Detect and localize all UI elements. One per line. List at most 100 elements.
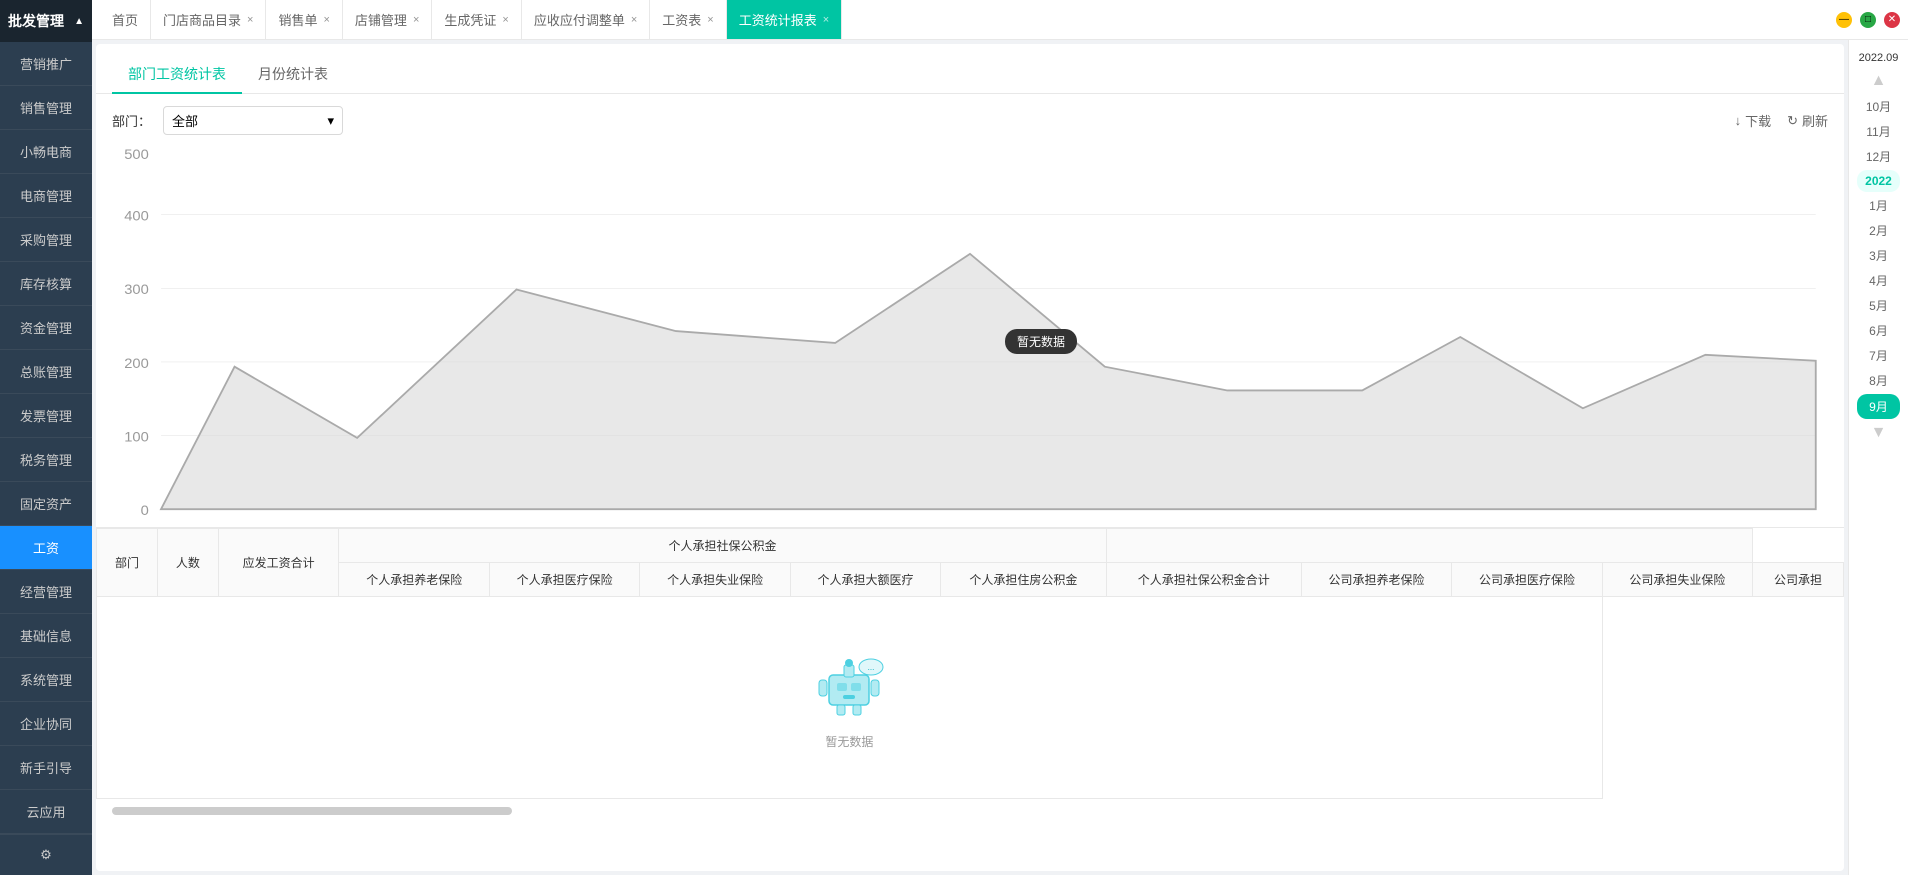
content-area: 部门工资统计表 月份统计表 部门： 全部 ▾ ↓ 下载 xyxy=(92,40,1908,875)
tab-dept-stats[interactable]: 部门工资统计表 xyxy=(112,56,242,94)
sub-tabs: 部门工资统计表 月份统计表 xyxy=(96,44,1844,94)
th-personal-insurance: 个人承担社保公积金 xyxy=(339,529,1106,563)
sidebar-item-新手引导[interactable]: 新手引导 xyxy=(0,746,92,790)
page-content: 部门工资统计表 月份统计表 部门： 全部 ▾ ↓ 下载 xyxy=(96,44,1844,871)
maximize-button[interactable]: □ xyxy=(1860,12,1876,28)
tab-首页[interactable]: 首页 xyxy=(100,0,151,40)
sidebar-item-工资[interactable]: 工资 xyxy=(0,526,92,570)
gear-icon: ⚙ xyxy=(40,847,52,862)
timeline-sidebar: 2022.09 ▲ 10月11月12月20221月2月3月4月5月6月7月8月9… xyxy=(1848,40,1908,875)
svg-text:200: 200 xyxy=(124,356,149,372)
tab-销售单[interactable]: 销售单 × xyxy=(266,0,342,40)
sidebar-item-总账管理[interactable]: 总账管理 xyxy=(0,350,92,394)
sidebar-item-基础信息[interactable]: 基础信息 xyxy=(0,614,92,658)
chart-svg: 0 100 200 300 400 500 xyxy=(112,147,1828,527)
dept-label: 部门： xyxy=(112,111,151,130)
timeline-item-5月[interactable]: 5月 xyxy=(1853,293,1904,318)
tab-店铺管理[interactable]: 店铺管理× xyxy=(343,0,432,40)
sidebar: 批发管理 ▲ 营销推广销售管理小畅电商电商管理采购管理库存核算资金管理总账管理发… xyxy=(0,0,92,875)
tab-生成凭证[interactable]: 生成凭证× xyxy=(432,0,521,40)
th-company-medical: 公司承担医疗保险 xyxy=(1452,563,1602,597)
sidebar-item-云应用[interactable]: 云应用 xyxy=(0,790,92,834)
sidebar-item-小畅电商[interactable]: 小畅电商 xyxy=(0,130,92,174)
tab-close-icon[interactable]: × xyxy=(823,14,829,26)
tab-label: 应收应付调整单 xyxy=(534,10,625,29)
sidebar-item-经营管理[interactable]: 经营管理 xyxy=(0,570,92,614)
toolbar-left: 部门： 全部 ▾ xyxy=(112,106,343,135)
tab-label: 销售单 xyxy=(278,10,317,29)
tab-工资统计报表[interactable]: 工资统计报表 × xyxy=(727,0,842,40)
tab-工资表[interactable]: 工资表 × xyxy=(650,0,726,40)
tab-close-icon[interactable]: × xyxy=(247,14,253,26)
tab-label: 工资统计报表 xyxy=(739,10,817,29)
timeline-item-6月[interactable]: 6月 xyxy=(1853,318,1904,343)
tab-close-icon[interactable]: × xyxy=(502,14,508,26)
th-personal-housing: 个人承担住房公积金 xyxy=(941,563,1106,597)
tab-bar: 首页门店商品目录×销售单×店铺管理×生成凭证×应收应付调整单×工资表×工资统计报… xyxy=(92,0,1908,40)
main-area: 首页门店商品目录×销售单×店铺管理×生成凭证×应收应付调整单×工资表×工资统计报… xyxy=(92,0,1908,875)
window-controls: — □ ✕ xyxy=(1836,12,1900,28)
svg-text:500: 500 xyxy=(124,147,149,163)
th-company-unemploy: 公司承担失业保险 xyxy=(1602,563,1752,597)
th-dept: 部门 xyxy=(97,529,158,597)
sidebar-item-固定资产[interactable]: 固定资产 xyxy=(0,482,92,526)
th-company-other: 公司承担 xyxy=(1753,563,1844,597)
sidebar-item-资金管理[interactable]: 资金管理 xyxy=(0,306,92,350)
horizontal-scrollbar[interactable] xyxy=(112,807,512,815)
tab-label: 工资表 xyxy=(662,10,701,29)
th-people: 人数 xyxy=(157,529,218,597)
close-button[interactable]: ✕ xyxy=(1884,12,1900,28)
timeline-item-9月[interactable]: 9月 xyxy=(1857,394,1900,419)
timeline-down-button[interactable]: ▼ xyxy=(1867,420,1891,446)
timeline-item-1月[interactable]: 1月 xyxy=(1853,193,1904,218)
tab-close-icon[interactable]: × xyxy=(631,14,637,26)
timeline-item-12月[interactable]: 12月 xyxy=(1853,144,1904,169)
sidebar-item-系统管理[interactable]: 系统管理 xyxy=(0,658,92,702)
data-table: 部门 人数 应发工资合计 个人承担社保公积金 个人承担养老保险 个人承担医疗保险… xyxy=(96,528,1844,799)
refresh-button[interactable]: ↻ 刷新 xyxy=(1787,111,1828,130)
empty-state: ... 暂无数据 xyxy=(109,605,1590,790)
svg-text:0: 0 xyxy=(141,503,149,519)
sidebar-item-销售管理[interactable]: 销售管理 xyxy=(0,86,92,130)
timeline-item-10月[interactable]: 10月 xyxy=(1853,94,1904,119)
download-button[interactable]: ↓ 下载 xyxy=(1735,111,1772,130)
timeline-item-7月[interactable]: 7月 xyxy=(1853,343,1904,368)
table-area: 部门 人数 应发工资合计 个人承担社保公积金 个人承担养老保险 个人承担医疗保险… xyxy=(96,527,1844,823)
tab-label: 门店商品目录 xyxy=(163,10,241,29)
tab-应收应付调整单[interactable]: 应收应付调整单 × xyxy=(522,0,650,40)
timeline-item-8月[interactable]: 8月 xyxy=(1853,368,1904,393)
th-company-insurance xyxy=(1106,529,1753,563)
svg-text:400: 400 xyxy=(124,209,149,225)
download-icon: ↓ xyxy=(1735,113,1742,128)
refresh-icon: ↻ xyxy=(1787,113,1798,129)
sidebar-item-企业协同[interactable]: 企业协同 xyxy=(0,702,92,746)
dept-select[interactable]: 全部 ▾ xyxy=(163,106,343,135)
timeline-item-4月[interactable]: 4月 xyxy=(1853,268,1904,293)
sidebar-item-营销推广[interactable]: 营销推广 xyxy=(0,42,92,86)
timeline-up-button[interactable]: ▲ xyxy=(1867,68,1891,94)
tab-close-icon[interactable]: × xyxy=(413,14,419,26)
sidebar-arrow-icon: ▲ xyxy=(74,16,84,27)
sidebar-settings-button[interactable]: ⚙ xyxy=(0,834,92,875)
tab-门店商品目录[interactable]: 门店商品目录 × xyxy=(151,0,266,40)
tab-label: 首页 xyxy=(112,10,138,29)
sidebar-title: 批发管理 xyxy=(8,11,64,31)
toolbar: 部门： 全部 ▾ ↓ 下载 ↻ 刷新 xyxy=(96,94,1844,147)
timeline-item-11月[interactable]: 11月 xyxy=(1853,119,1904,144)
sidebar-item-发票管理[interactable]: 发票管理 xyxy=(0,394,92,438)
timeline-item-2022[interactable]: 2022 xyxy=(1857,170,1900,192)
chart-area: 0 100 200 300 400 500 暂无数据 xyxy=(96,147,1844,527)
tab-close-icon[interactable]: × xyxy=(707,14,713,26)
timeline-item-2月[interactable]: 2月 xyxy=(1853,218,1904,243)
sidebar-item-电商管理[interactable]: 电商管理 xyxy=(0,174,92,218)
tab-close-icon[interactable]: × xyxy=(323,14,329,26)
tab-month-stats[interactable]: 月份统计表 xyxy=(242,56,344,94)
sidebar-item-库存核算[interactable]: 库存核算 xyxy=(0,262,92,306)
sidebar-header[interactable]: 批发管理 ▲ xyxy=(0,0,92,42)
scroll-container xyxy=(96,799,1844,823)
sidebar-item-税务管理[interactable]: 税务管理 xyxy=(0,438,92,482)
timeline-item-3月[interactable]: 3月 xyxy=(1853,243,1904,268)
minimize-button[interactable]: — xyxy=(1836,12,1852,28)
sidebar-item-采购管理[interactable]: 采购管理 xyxy=(0,218,92,262)
th-company-pension: 公司承担养老保险 xyxy=(1301,563,1451,597)
